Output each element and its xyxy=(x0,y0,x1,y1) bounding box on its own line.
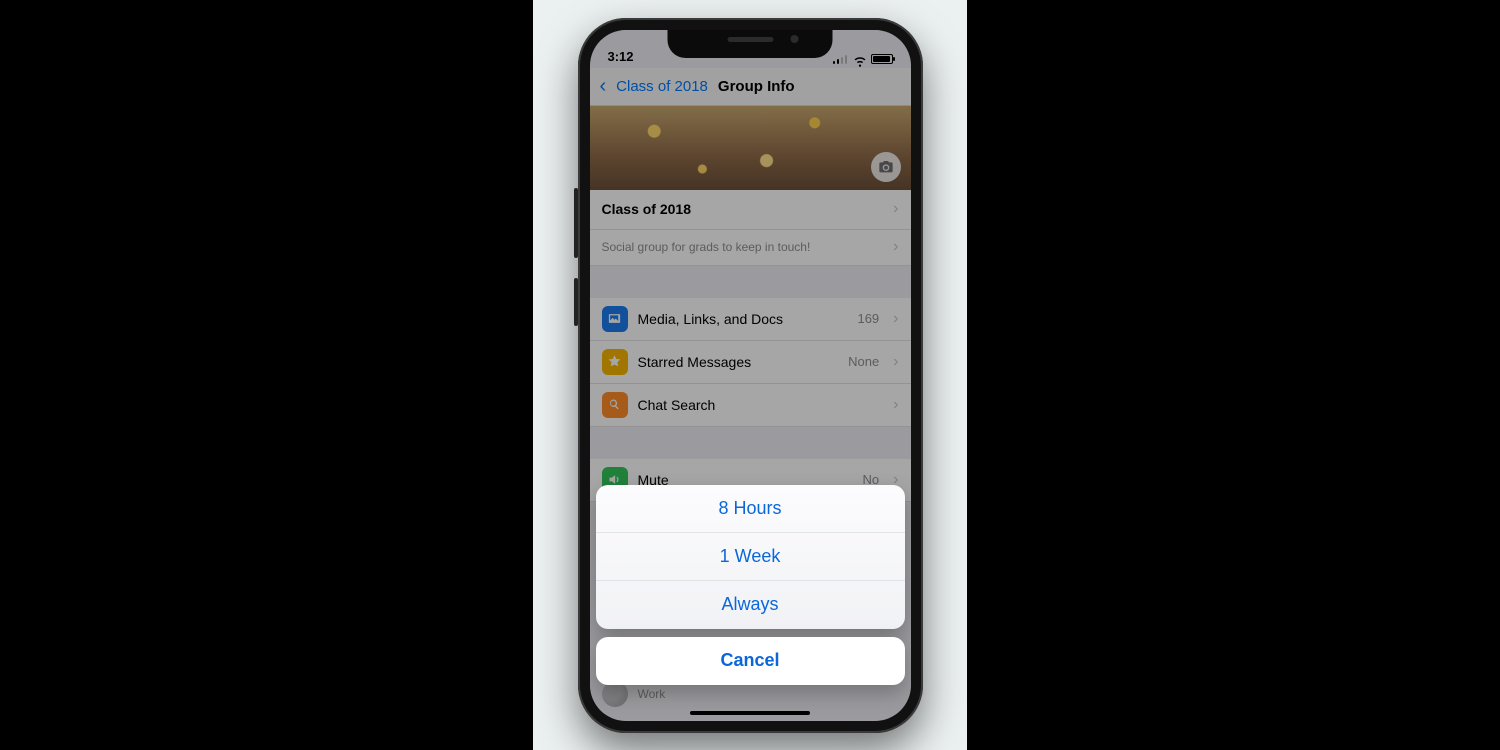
cancel-button[interactable]: Cancel xyxy=(596,637,905,685)
mute-option-1-week[interactable]: 1 Week xyxy=(596,533,905,581)
action-sheet: 8 Hours 1 Week Always Cancel xyxy=(596,485,905,685)
article-backdrop: 3:12 ‹ Class of 2018 Group Info xyxy=(533,0,967,750)
display-notch xyxy=(668,30,833,58)
home-indicator[interactable] xyxy=(690,711,810,715)
action-sheet-options: 8 Hours 1 Week Always xyxy=(596,485,905,629)
mute-option-8-hours[interactable]: 8 Hours xyxy=(596,485,905,533)
phone-screen: 3:12 ‹ Class of 2018 Group Info xyxy=(590,30,911,721)
mute-option-always[interactable]: Always xyxy=(596,581,905,629)
phone-frame: 3:12 ‹ Class of 2018 Group Info xyxy=(578,18,923,733)
